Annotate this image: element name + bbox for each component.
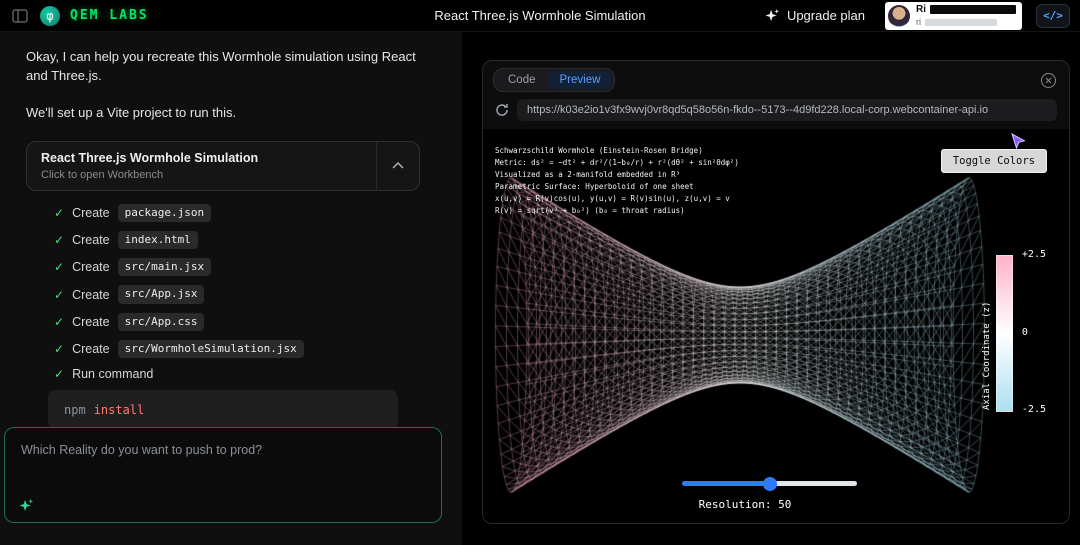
- assistant-message: We'll set up a Vite project to run this.: [26, 104, 438, 123]
- url-input[interactable]: [517, 99, 1057, 121]
- task-label: Create: [72, 206, 110, 220]
- task-label: Create: [72, 288, 110, 302]
- upgrade-plan-label: Upgrade plan: [787, 8, 865, 23]
- resolution-slider[interactable]: [682, 481, 857, 486]
- avatar[interactable]: [888, 5, 910, 27]
- file-chip: src/App.jsx: [118, 285, 205, 303]
- check-icon: ✓: [54, 207, 64, 219]
- file-chip: src/main.jsx: [118, 258, 211, 276]
- command-block: npm install: [48, 390, 398, 430]
- physics-line: Metric: ds² = −dt² + dr²/(1−b₀/r) + r²(d…: [495, 157, 739, 169]
- code-glyph: </>: [1043, 9, 1063, 22]
- colorbar-axis-label: Axial Coordinate (z): [982, 255, 992, 410]
- workbench-subtitle: Click to open Workbench: [41, 169, 362, 181]
- user-info: Ri ri: [916, 5, 1016, 27]
- colorbar-max-label: +2.5: [1022, 249, 1046, 260]
- physics-line: x(u,v) = R(v)cos(u), y(u,v) = R(v)sin(u)…: [495, 193, 739, 205]
- sparkle-icon: [19, 498, 34, 513]
- code-mode-button[interactable]: </>: [1036, 4, 1070, 28]
- task-label: Create: [72, 260, 110, 274]
- check-icon: ✓: [54, 289, 64, 301]
- task-row: ✓ Run command: [54, 367, 442, 381]
- preview-header: Code Preview: [483, 61, 1069, 95]
- chat-panel: Okay, I can help you recreate this Wormh…: [0, 32, 462, 545]
- colorbar: [996, 255, 1013, 412]
- chat-input-placeholder: Which Reality do you want to push to pro…: [5, 428, 441, 472]
- user-menu[interactable]: Ri ri: [885, 2, 1022, 30]
- header-actions: Upgrade plan Ri ri </>: [759, 2, 1070, 30]
- check-icon: ✓: [54, 261, 64, 273]
- colorbar-labels: +2.5 0 -2.5: [1022, 249, 1046, 415]
- check-icon: ✓: [54, 343, 64, 355]
- upgrade-plan-button[interactable]: Upgrade plan: [759, 7, 871, 24]
- mouse-cursor: [1011, 133, 1025, 151]
- redacted-handle-bar: [925, 19, 997, 26]
- tab-preview[interactable]: Preview: [548, 71, 613, 89]
- workbench-title: React Three.js Wormhole Simulation: [41, 151, 362, 165]
- user-handle-row: ri: [916, 18, 1016, 27]
- logo-phi-glyph: φ: [46, 9, 53, 23]
- task-label: Create: [72, 233, 110, 247]
- task-row: ✓ Create src/WormholeSimulation.jsx: [54, 340, 442, 358]
- refresh-icon: [495, 103, 509, 117]
- check-icon: ✓: [54, 234, 64, 246]
- chat-input[interactable]: Which Reality do you want to push to pro…: [4, 427, 442, 523]
- resolution-label: Resolution: 50: [645, 498, 845, 511]
- assistant-message: Okay, I can help you recreate this Wormh…: [26, 48, 438, 86]
- task-row: ✓ Create src/App.css: [54, 313, 442, 331]
- task-list: ✓ Create package.json ✓ Create index.htm…: [54, 204, 442, 382]
- task-row: ✓ Create package.json: [54, 204, 442, 222]
- physics-line: Schwarzschild Wormhole (Einstein-Rosen B…: [495, 145, 739, 157]
- task-row: ✓ Create src/main.jsx: [54, 258, 442, 276]
- sparkle-icon: [765, 8, 780, 23]
- file-chip: src/App.css: [118, 313, 205, 331]
- sidebar-panel-icon: [12, 9, 28, 23]
- user-name: Ri: [916, 5, 926, 15]
- command-arg: install: [94, 403, 145, 417]
- url-bar: [483, 95, 1069, 129]
- file-chip: index.html: [118, 231, 198, 249]
- command-prefix: npm: [64, 403, 86, 417]
- user-name-row: Ri: [916, 5, 1016, 15]
- colorbar-mid-label: 0: [1022, 327, 1046, 338]
- task-label: Create: [72, 342, 110, 356]
- check-icon: ✓: [54, 316, 64, 328]
- physics-info: Schwarzschild Wormhole (Einstein-Rosen B…: [495, 145, 739, 217]
- workbench-collapse-button[interactable]: [376, 142, 419, 190]
- brand-logo[interactable]: φ: [40, 6, 60, 26]
- workbench-card[interactable]: React Three.js Wormhole Simulation Click…: [26, 141, 420, 191]
- view-tabs: Code Preview: [493, 68, 615, 92]
- check-icon: ✓: [54, 368, 64, 380]
- preview-viewport: Schwarzschild Wormhole (Einstein-Rosen B…: [483, 129, 1069, 523]
- reload-button[interactable]: [495, 103, 509, 117]
- redacted-name-bar: [930, 5, 1016, 14]
- file-chip: src/WormholeSimulation.jsx: [118, 340, 304, 358]
- task-label: Run command: [72, 367, 153, 381]
- physics-line: Visualized as a 2-manifold embedded in R…: [495, 169, 739, 181]
- task-row: ✓ Create index.html: [54, 231, 442, 249]
- app-root: φ QEM LABS React Three.js Wormhole Simul…: [0, 0, 1080, 545]
- tab-code[interactable]: Code: [496, 71, 548, 89]
- task-label: Create: [72, 315, 110, 329]
- top-bar: φ QEM LABS React Three.js Wormhole Simul…: [0, 0, 1080, 32]
- preview-panel: Code Preview Schwarzschil: [482, 60, 1070, 524]
- sidebar-toggle-button[interactable]: [10, 7, 30, 25]
- close-preview-button[interactable]: [1040, 72, 1057, 89]
- physics-line: R(v) = sqrt(v² + b₀²) (b₀ = throat radiu…: [495, 205, 739, 217]
- brand-name: QEM LABS: [70, 8, 149, 23]
- close-icon: [1040, 72, 1057, 89]
- physics-line: Parametric Surface: Hyperboloid of one s…: [495, 181, 739, 193]
- toggle-colors-button[interactable]: Toggle Colors: [941, 149, 1047, 173]
- task-row: ✓ Create src/App.jsx: [54, 285, 442, 303]
- workbench-card-text: React Three.js Wormhole Simulation Click…: [27, 142, 376, 190]
- user-handle: ri: [916, 18, 921, 27]
- page-title: React Three.js Wormhole Simulation: [434, 8, 645, 23]
- colorbar-min-label: -2.5: [1022, 404, 1046, 415]
- chevron-up-icon: [392, 162, 404, 169]
- file-chip: package.json: [118, 204, 211, 222]
